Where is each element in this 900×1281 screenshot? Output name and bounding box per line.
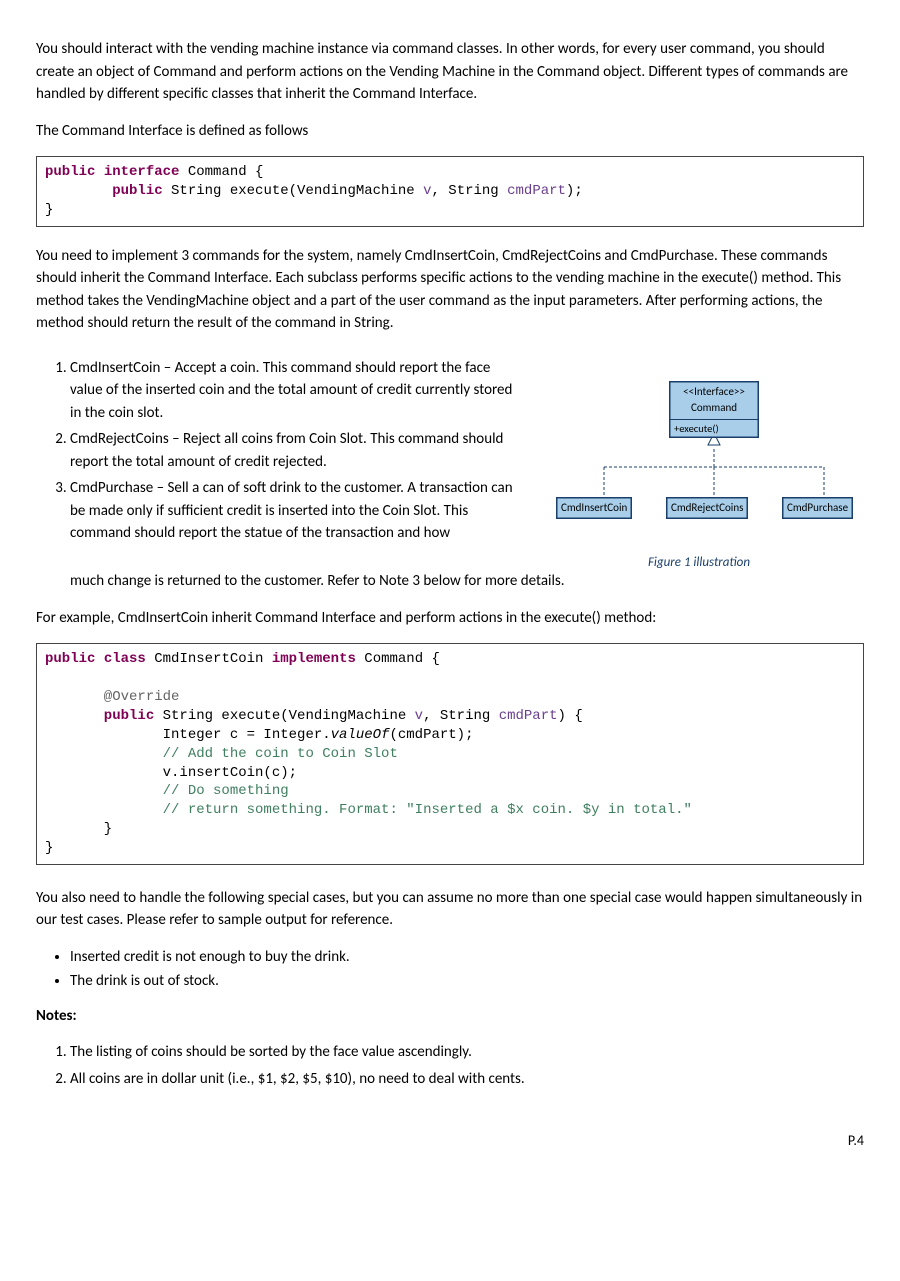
code-text: v.insertCoin(c); xyxy=(45,765,297,781)
code-text: String execute(VendingMachine xyxy=(154,708,414,724)
list-item: The listing of coins should be sorted by… xyxy=(70,1041,864,1064)
list-item: CmdPurchase – Sell a can of soft drink t… xyxy=(70,477,522,545)
param: cmdPart xyxy=(499,708,558,724)
special-cases-intro: You also need to handle the following sp… xyxy=(36,887,864,932)
kw: public xyxy=(45,183,163,199)
string-comment: "Inserted a $x coin. $y in total." xyxy=(406,802,692,818)
code-text: } xyxy=(45,821,112,837)
kw: interface xyxy=(95,164,179,180)
list-item: All coins are in dollar unit (i.e., $1, … xyxy=(70,1068,864,1091)
uml-method: +execute() xyxy=(670,420,758,438)
param: v xyxy=(415,708,423,724)
uml-subclass: CmdPurchase xyxy=(782,497,853,520)
list-item: The drink is out of stock. xyxy=(70,970,864,993)
code-text: Integer c = Integer. xyxy=(45,727,331,743)
notes-label: Notes: xyxy=(36,1007,77,1025)
code-text: ); xyxy=(566,183,583,199)
comment: // Do something xyxy=(45,783,289,799)
kw: implements xyxy=(272,651,356,667)
stereotype: <<Interface>> xyxy=(674,384,754,401)
intro-paragraph: You should interact with the vending mac… xyxy=(36,38,864,106)
interface-intro: The Command Interface is defined as foll… xyxy=(36,120,864,143)
list-item: CmdRejectCoins – Reject all coins from C… xyxy=(70,428,522,473)
kw: public xyxy=(45,651,95,667)
kw: public xyxy=(45,708,154,724)
code-text: , String xyxy=(423,708,499,724)
code-text: , String xyxy=(431,183,507,199)
kw: public xyxy=(45,164,95,180)
notes-heading: Notes: xyxy=(36,1005,864,1028)
uml-box-title: <<Interface>> Command xyxy=(670,382,758,420)
commands-intro: You need to implement 3 commands for the… xyxy=(36,245,864,335)
code-text: Command { xyxy=(179,164,263,180)
uml-subclass: CmdInsertCoin xyxy=(556,497,632,520)
uml-interface: <<Interface>> Command +execute() xyxy=(669,381,759,439)
kw: class xyxy=(95,651,145,667)
commands-list: CmdInsertCoin – Accept a coin. This comm… xyxy=(36,357,522,545)
special-cases-list: Inserted credit is not enough to buy the… xyxy=(36,946,864,993)
list-item-continuation: much change is returned to the customer.… xyxy=(36,570,864,593)
figure-caption: Figure 1 illustration xyxy=(534,553,864,573)
code-class: public class CmdInsertCoin implements Co… xyxy=(36,643,864,865)
code-text: CmdInsertCoin xyxy=(146,651,272,667)
iface-name: Command xyxy=(674,400,754,417)
code-text: Command { xyxy=(356,651,440,667)
uml-diagram: <<Interface>> Command +execute() CmdInse… xyxy=(534,377,864,547)
comment: // Add the coin to Coin Slot xyxy=(45,746,398,762)
code-text: ) { xyxy=(558,708,583,724)
code-text: String execute(VendingMachine xyxy=(163,183,423,199)
annotation: @Override xyxy=(45,689,179,705)
example-intro: For example, CmdInsertCoin inherit Comma… xyxy=(36,607,864,630)
code-text: (cmdPart); xyxy=(389,727,473,743)
list-item: Inserted credit is not enough to buy the… xyxy=(70,946,864,969)
code-text: } xyxy=(45,202,53,218)
code-text: } xyxy=(45,840,53,856)
uml-subclass: CmdRejectCoins xyxy=(666,497,748,520)
comment: // return something. Format: xyxy=(45,802,406,818)
notes-list: The listing of coins should be sorted by… xyxy=(36,1041,864,1090)
code-interface: public interface Command { public String… xyxy=(36,156,864,227)
list-item: CmdInsertCoin – Accept a coin. This comm… xyxy=(70,357,522,425)
static-call: valueOf xyxy=(331,727,390,743)
page-number: P.4 xyxy=(36,1130,864,1151)
param: cmdPart xyxy=(507,183,566,199)
